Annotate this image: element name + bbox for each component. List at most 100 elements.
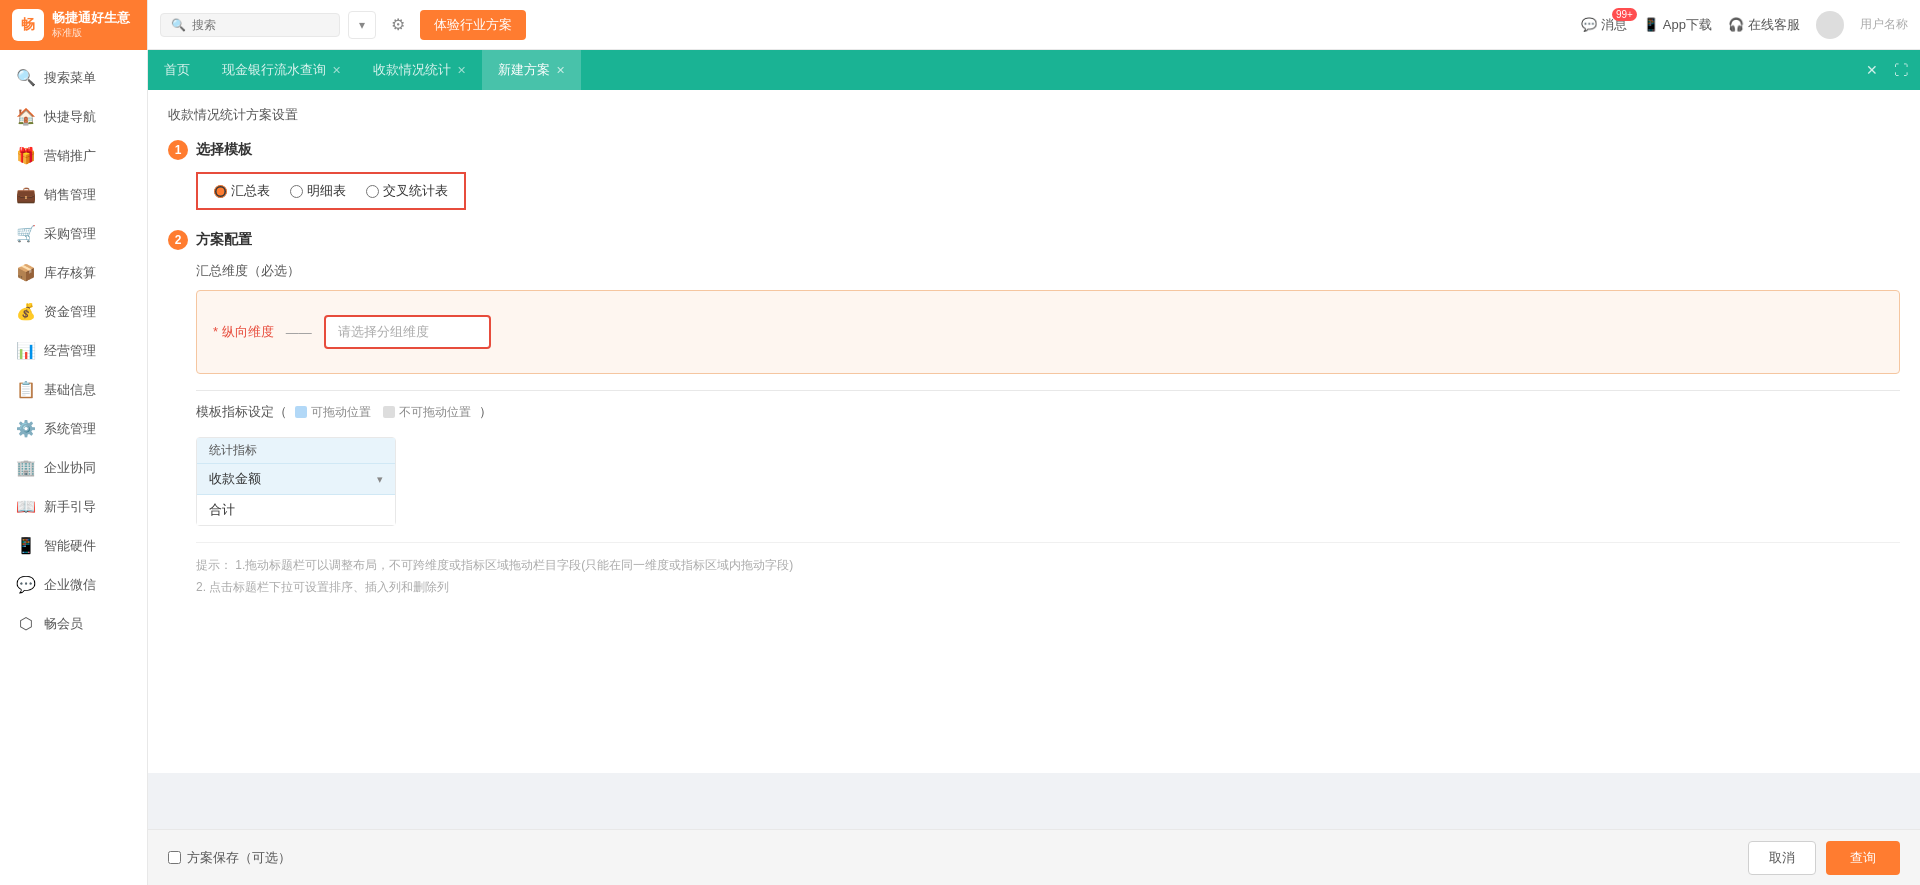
section1-title: 选择模板: [196, 141, 252, 159]
sidebar-item-purchase[interactable]: 🛒 采购管理: [0, 214, 147, 253]
tip-line-1: 提示： 1.拖动标题栏可以调整布局，不可跨维度或指标区域拖动栏目字段(只能在同一…: [196, 555, 1900, 577]
footer-buttons: 取消 查询: [1748, 841, 1900, 875]
sidebar-item-search-menu[interactable]: 🔍 搜索菜单: [0, 58, 147, 97]
sidebar-label: 采购管理: [44, 225, 96, 243]
tab-receipt-stats-label: 收款情况统计: [373, 61, 451, 79]
app-download-btn[interactable]: 📱 App下载: [1643, 16, 1712, 34]
tab-receipt-stats-close[interactable]: ✕: [457, 64, 466, 77]
radio-cross-input[interactable]: [366, 185, 379, 198]
close-tab-icon[interactable]: ✕: [1862, 58, 1882, 82]
sidebar-label: 畅会员: [44, 615, 83, 633]
topbar: 🔍 ▾ ⚙ 体验行业方案 💬 消息 99+ 📱 App下载 🎧 在线客服 用户名…: [148, 0, 1920, 50]
phone-icon: 📱: [16, 536, 36, 555]
save-checkbox[interactable]: [168, 851, 181, 864]
footer: 方案保存（可选） 取消 查询: [148, 829, 1920, 885]
tab-new-plan[interactable]: 新建方案 ✕: [482, 50, 581, 90]
cancel-button[interactable]: 取消: [1748, 841, 1816, 875]
sidebar-item-membership[interactable]: ⬡ 畅会员: [0, 604, 147, 643]
legend-fixed: 不可拖动位置: [383, 404, 471, 421]
sidebar-item-inventory[interactable]: 📦 库存核算: [0, 253, 147, 292]
chat-icon: 💬: [16, 575, 36, 594]
radio-detail-label: 明细表: [307, 182, 346, 200]
message-badge: 99+: [1612, 8, 1637, 21]
sidebar-label: 快捷导航: [44, 108, 96, 126]
section2-header: 2 方案配置: [168, 230, 1900, 250]
book-icon: 📖: [16, 497, 36, 516]
home-icon: 🏠: [16, 107, 36, 126]
sidebar-item-quick-nav[interactable]: 🏠 快捷导航: [0, 97, 147, 136]
radio-cross[interactable]: 交叉统计表: [366, 182, 448, 200]
sidebar-item-enterprise-wechat[interactable]: 💬 企业微信: [0, 565, 147, 604]
online-service-btn[interactable]: 🎧 在线客服: [1728, 16, 1800, 34]
query-button[interactable]: 查询: [1826, 841, 1900, 875]
radio-detail[interactable]: 明细表: [290, 182, 346, 200]
save-checkbox-label[interactable]: 方案保存（可选）: [168, 849, 291, 867]
section2: 2 方案配置 汇总维度（必选） * 纵向维度 —— 请选择分组维度: [168, 230, 1900, 598]
sidebar-item-operations[interactable]: 📊 经营管理: [0, 331, 147, 370]
topbar-right: 💬 消息 99+ 📱 App下载 🎧 在线客服 用户名称: [1581, 11, 1908, 39]
gear-icon: ⚙️: [16, 419, 36, 438]
tab-home[interactable]: 首页: [148, 50, 206, 90]
radio-summary[interactable]: 汇总表: [214, 182, 270, 200]
page-title: 收款情况统计方案设置: [168, 106, 1900, 124]
section2-num: 2: [168, 230, 188, 250]
sidebar-item-funds[interactable]: 💰 资金管理: [0, 292, 147, 331]
sidebar-logo: 畅 畅捷通好生意 标准版: [0, 0, 147, 50]
sidebar-item-marketing[interactable]: 🎁 营销推广: [0, 136, 147, 175]
app-download-label: App下载: [1663, 16, 1712, 34]
sidebar-label: 库存核算: [44, 264, 96, 282]
save-label: 方案保存（可选）: [187, 849, 291, 867]
stats-amount-label: 收款金额: [209, 470, 261, 488]
message-btn[interactable]: 💬 消息 99+: [1581, 16, 1627, 34]
section2-title: 方案配置: [196, 231, 252, 249]
tab-home-label: 首页: [164, 61, 190, 79]
tab-new-plan-close[interactable]: ✕: [556, 64, 565, 77]
expand-tab-icon[interactable]: ⛶: [1890, 58, 1912, 82]
sidebar-item-system[interactable]: ⚙️ 系统管理: [0, 409, 147, 448]
radio-detail-input[interactable]: [290, 185, 303, 198]
stats-amount-dropdown[interactable]: ▾: [377, 473, 383, 486]
user-avatar[interactable]: [1816, 11, 1844, 39]
section2-body: 汇总维度（必选） * 纵向维度 —— 请选择分组维度 模板指标设定（: [168, 262, 1900, 598]
content-area: 收款情况统计方案设置 1 选择模板 汇总表 明细表: [148, 90, 1920, 829]
radio-summary-label: 汇总表: [231, 182, 270, 200]
industry-btn[interactable]: 体验行业方案: [420, 10, 526, 40]
indicator-header: 模板指标设定（ 可拖动位置 不可拖动位置: [196, 403, 1900, 421]
tab-bank-flow[interactable]: 现金银行流水查询 ✕: [206, 50, 357, 90]
draggable-label: 可拖动位置: [311, 404, 371, 421]
sidebar-item-basic-info[interactable]: 📋 基础信息: [0, 370, 147, 409]
sidebar-item-beginner-guide[interactable]: 📖 新手引导: [0, 487, 147, 526]
sidebar: 畅 畅捷通好生意 标准版 🔍 搜索菜单 🏠 快捷导航 🎁 营销推广 💼 销售管理…: [0, 0, 148, 885]
stats-total-label: 合计: [209, 502, 235, 517]
message-icon: 💬: [1581, 17, 1597, 32]
sidebar-item-enterprise-coop[interactable]: 🏢 企业协同: [0, 448, 147, 487]
search-input[interactable]: [192, 18, 312, 32]
tabs-right: ✕ ⛶: [1862, 58, 1920, 82]
stats-row-amount: 收款金额 ▾: [197, 464, 395, 495]
logo-icon: 畅: [12, 9, 44, 41]
search-icon: 🔍: [171, 18, 186, 32]
tab-bank-flow-close[interactable]: ✕: [332, 64, 341, 77]
settings-icon[interactable]: ⚙: [384, 11, 412, 39]
dimension-select[interactable]: 请选择分组维度: [324, 315, 491, 349]
sidebar-label: 销售管理: [44, 186, 96, 204]
sidebar-label: 经营管理: [44, 342, 96, 360]
box-icon: 📦: [16, 263, 36, 282]
hexagon-icon: ⬡: [16, 614, 36, 633]
sidebar-label: 资金管理: [44, 303, 96, 321]
sidebar-label: 搜索菜单: [44, 69, 96, 87]
indicator-legend: 可拖动位置 不可拖动位置: [295, 404, 471, 421]
money-icon: 💰: [16, 302, 36, 321]
radio-summary-input[interactable]: [214, 185, 227, 198]
topbar-search-box[interactable]: 🔍: [160, 13, 340, 37]
app-icon: 📱: [1643, 17, 1659, 32]
dropdown-btn[interactable]: ▾: [348, 11, 376, 39]
sidebar-label: 新手引导: [44, 498, 96, 516]
briefcase-icon: 💼: [16, 185, 36, 204]
chart-icon: 📊: [16, 341, 36, 360]
sidebar-item-sales[interactable]: 💼 销售管理: [0, 175, 147, 214]
sidebar-item-smart-hardware[interactable]: 📱 智能硬件: [0, 526, 147, 565]
dimension-arrow: ——: [286, 325, 312, 340]
cart-icon: 🛒: [16, 224, 36, 243]
tab-receipt-stats[interactable]: 收款情况统计 ✕: [357, 50, 482, 90]
